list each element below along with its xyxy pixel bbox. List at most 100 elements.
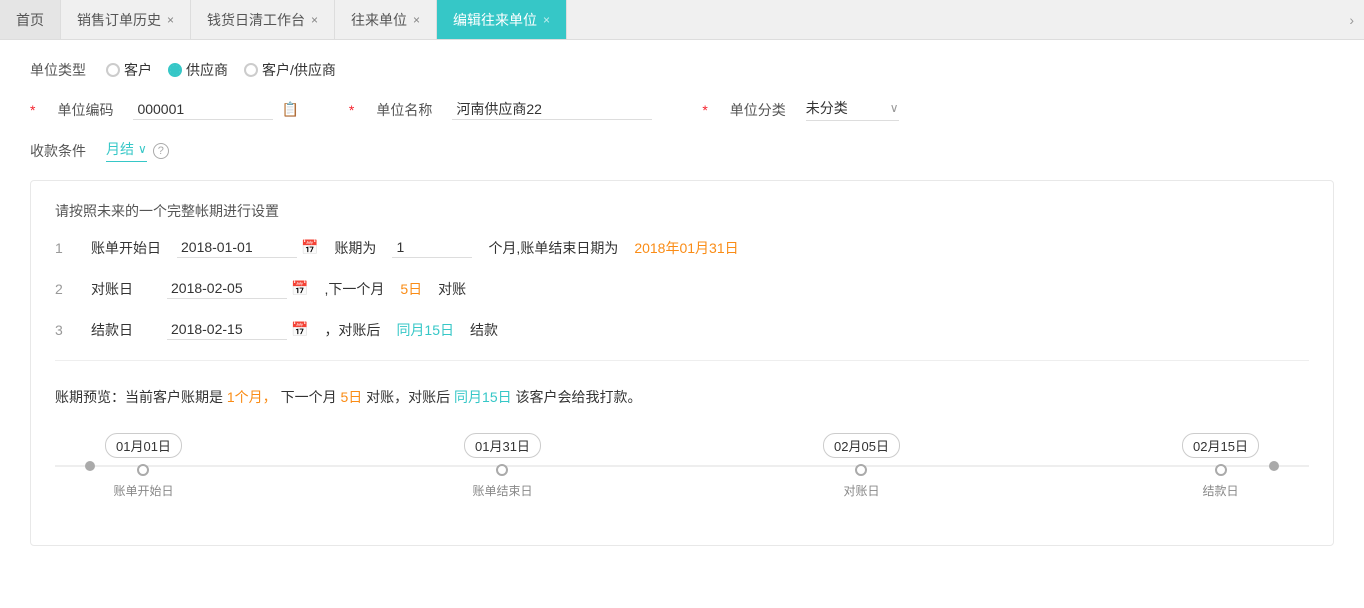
- payment-suffix-post: 结款: [470, 320, 498, 340]
- radio-supplier[interactable]: 供应商: [168, 60, 228, 80]
- payment-date-input[interactable]: [167, 319, 287, 340]
- tab-edit-partner-close[interactable]: ×: [543, 13, 550, 27]
- preview-reconcile-highlight: 5日: [340, 389, 362, 405]
- reconcile-date-calendar-icon[interactable]: 📅: [291, 280, 308, 297]
- node-2-desc: 账单结束日: [472, 482, 532, 499]
- settings-hint: 请按照未来的一个完整帐期进行设置: [55, 201, 1309, 221]
- unit-name-input[interactable]: [452, 99, 652, 120]
- tab-edit-partner-label: 编辑往来单位: [453, 10, 537, 30]
- tab-home[interactable]: 首页: [0, 0, 61, 39]
- payment-date-wrap: 📅: [167, 319, 308, 340]
- tab-sales-history[interactable]: 销售订单历史 ×: [61, 0, 191, 39]
- radio-customer-label: 客户: [124, 60, 152, 80]
- reconcile-suffix-pre: ,下一个月: [324, 279, 384, 299]
- row-num-3: 3: [55, 322, 75, 338]
- tab-edit-partner[interactable]: 编辑往来单位 ×: [437, 0, 567, 39]
- preview-label-prefix: 账期预览：当前客户账期是: [55, 389, 223, 405]
- tab-more-button[interactable]: ›: [1339, 0, 1364, 39]
- reconcile-suffix-highlight: 5日: [400, 279, 422, 299]
- unit-classify-value: 未分类: [806, 98, 886, 118]
- unit-classify-required: *: [702, 102, 707, 118]
- start-date-input[interactable]: [177, 237, 297, 258]
- tab-cash-work-close[interactable]: ×: [311, 13, 318, 27]
- payment-date-label: 结款日: [91, 320, 151, 340]
- tab-cash-work[interactable]: 钱货日清工作台 ×: [191, 0, 335, 39]
- tab-partners-close[interactable]: ×: [413, 13, 420, 27]
- settings-divider: [55, 360, 1309, 361]
- radio-both-circle: [244, 63, 258, 77]
- unit-code-calendar-icon[interactable]: 📋: [281, 101, 298, 118]
- reconcile-date-wrap: 📅: [167, 278, 308, 299]
- node-1-date: 01月01日: [105, 433, 182, 458]
- preview-reconcile-suffix: 对账，对账后: [366, 389, 450, 405]
- node-1-desc: 账单开始日: [113, 482, 173, 499]
- start-date-wrap: 📅: [177, 237, 318, 258]
- period-suffix: 个月,账单结束日期为: [488, 238, 618, 258]
- payment-condition-value: 月结: [106, 139, 134, 159]
- timeline-node-2: 01月31日 账单结束日: [464, 433, 541, 499]
- unit-type-row: 单位类型 客户 供应商 客户/供应商: [30, 60, 1334, 80]
- node-2-circle: [496, 464, 508, 476]
- start-date-label: 账单开始日: [91, 238, 161, 258]
- period-input[interactable]: [392, 237, 472, 258]
- unit-code-label: 单位编码: [57, 100, 113, 120]
- tab-partners[interactable]: 往来单位 ×: [335, 0, 437, 39]
- row-num-1: 1: [55, 240, 75, 256]
- unit-classify-select[interactable]: 未分类 ∨: [806, 98, 899, 121]
- radio-both-label: 客户/供应商: [262, 60, 336, 80]
- start-date-calendar-icon[interactable]: 📅: [301, 239, 318, 256]
- unit-name-label: 单位名称: [376, 100, 432, 120]
- setting-row-2: 2 对账日 📅 ,下一个月 5日 对账: [55, 278, 1309, 299]
- payment-suffix-highlight: 同月15日: [396, 320, 454, 340]
- row-num-2: 2: [55, 281, 75, 297]
- reconcile-date-input[interactable]: [167, 278, 287, 299]
- timeline-left-dot: [85, 461, 95, 471]
- unit-code-input[interactable]: [133, 99, 273, 120]
- preview-pay-highlight: 同月15日: [454, 389, 512, 405]
- node-1-circle: [137, 464, 149, 476]
- preview-reconcile-prefix: 下一个月: [281, 389, 337, 405]
- node-4-circle: [1215, 464, 1227, 476]
- radio-supplier-circle: [168, 63, 182, 77]
- node-4-desc: 结款日: [1203, 482, 1239, 499]
- node-3-desc: 对账日: [843, 482, 879, 499]
- unit-classify-arrow: ∨: [890, 101, 899, 115]
- tab-sales-history-close[interactable]: ×: [167, 13, 174, 27]
- node-3-circle: [855, 464, 867, 476]
- timeline-node-4: 02月15日 结款日: [1182, 433, 1259, 499]
- radio-customer-circle: [106, 63, 120, 77]
- node-3-date: 02月05日: [823, 433, 900, 458]
- payment-suffix-pre: ，对账后: [324, 320, 380, 340]
- payment-condition-arrow: ∨: [138, 142, 147, 156]
- period-end-date: 2018年01月31日: [634, 238, 738, 258]
- period-prefix: 账期为: [334, 238, 376, 258]
- node-2-date: 01月31日: [464, 433, 541, 458]
- preview-label: 账期预览：当前客户账期是 1个月， 下一个月 5日 对账，对账后 同月15日 该…: [55, 387, 1309, 407]
- unit-code-required: *: [30, 102, 35, 118]
- node-4-date: 02月15日: [1182, 433, 1259, 458]
- payment-condition-select[interactable]: 月结 ∨: [106, 139, 147, 162]
- timeline-nodes: 01月01日 账单开始日 01月31日 账单结束日 02月05日: [85, 433, 1279, 499]
- payment-condition-label: 收款条件: [30, 141, 86, 161]
- preview-section: 账期预览：当前客户账期是 1个月， 下一个月 5日 对账，对账后 同月15日 该…: [55, 371, 1309, 525]
- tab-sales-history-label: 销售订单历史: [77, 10, 161, 30]
- timeline-right-dot: [1269, 461, 1279, 471]
- preview-pay-suffix: 该客户会给我打款。: [516, 389, 642, 405]
- payment-condition-wrap: 月结 ∨ ?: [106, 139, 169, 162]
- payment-condition-row: 收款条件 月结 ∨ ?: [30, 139, 1334, 162]
- tab-home-label: 首页: [16, 10, 44, 30]
- timeline-wrap: 01月01日 账单开始日 01月31日 账单结束日 02月05日: [55, 423, 1309, 509]
- preview-period-val: 1个月，: [227, 389, 277, 405]
- setting-row-3: 3 结款日 📅 ，对账后 同月15日 结款: [55, 319, 1309, 340]
- unit-type-label: 单位类型: [30, 60, 86, 80]
- help-icon[interactable]: ?: [153, 143, 169, 159]
- payment-date-calendar-icon[interactable]: 📅: [291, 321, 308, 338]
- radio-supplier-label: 供应商: [186, 60, 228, 80]
- timeline-node-1: 01月01日 账单开始日: [105, 433, 182, 499]
- radio-customer[interactable]: 客户: [106, 60, 152, 80]
- timeline-node-3: 02月05日 对账日: [823, 433, 900, 499]
- setting-row-1: 1 账单开始日 📅 账期为 个月,账单结束日期为 2018年01月31日: [55, 237, 1309, 258]
- unit-name-required: *: [349, 102, 354, 118]
- reconcile-date-label: 对账日: [91, 279, 151, 299]
- radio-both[interactable]: 客户/供应商: [244, 60, 336, 80]
